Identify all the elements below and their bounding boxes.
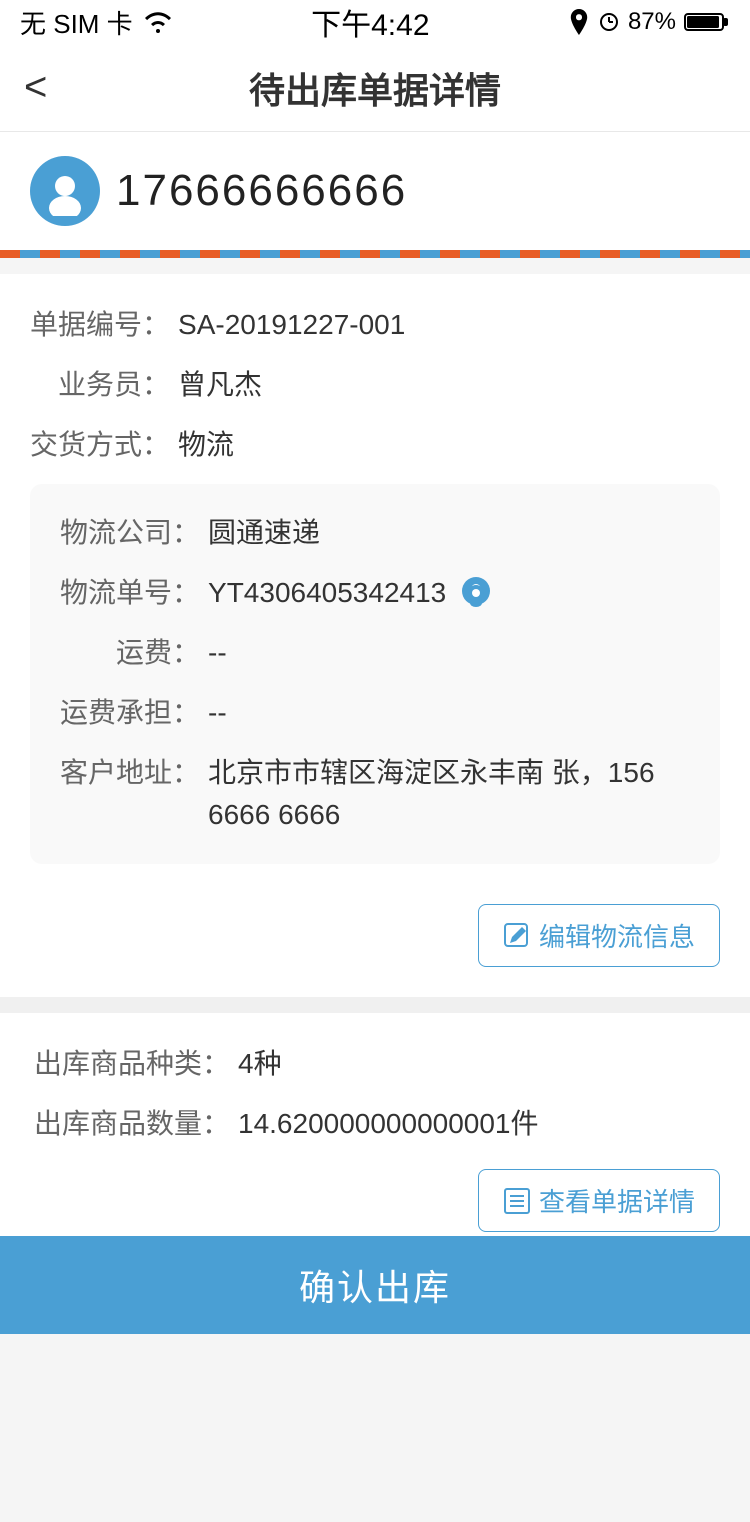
section-divider-1	[0, 997, 750, 1013]
bottom-bar: 确认出库	[0, 1236, 750, 1334]
goods-quantity-row: 出库商品数量： 14.620000000000001件	[30, 1103, 720, 1145]
order-no-row: 单据编号： SA-20191227-001	[30, 304, 720, 346]
goods-quantity-value: 14.620000000000001件	[230, 1103, 720, 1145]
edit-btn-row: 编辑物流信息	[30, 888, 720, 967]
dashed-divider	[0, 250, 750, 258]
salesman-row: 业务员： 曾凡杰	[30, 364, 720, 406]
edit-logistics-label: 编辑物流信息	[539, 917, 695, 954]
location-status-icon	[568, 9, 590, 35]
nav-title: 待出库单据详情	[249, 62, 501, 114]
page: 无 SIM 卡 下午4:42 87%	[0, 0, 750, 1522]
nav-bar: < 待出库单据详情	[0, 44, 750, 132]
alarm-status-icon	[598, 9, 620, 35]
logistics-tracking-row: 物流单号： YT4306405342413	[60, 572, 690, 614]
customer-phone: 17666666666	[116, 166, 407, 216]
logistics-address-value: 北京市市辖区海淀区永丰南 张，156 6666 6666	[200, 752, 690, 836]
logistics-company-label: 物流公司：	[60, 512, 200, 554]
logistics-tracking-label: 物流单号：	[60, 572, 200, 614]
customer-header: 17666666666	[0, 132, 750, 250]
list-icon	[503, 1187, 531, 1215]
logistics-bearer-value: --	[200, 692, 690, 734]
logistics-card: 物流公司： 圆通速递 物流单号： YT4306405342413	[30, 484, 720, 864]
back-button[interactable]: <	[24, 65, 47, 110]
view-detail-btn-row: 查看单据详情	[30, 1169, 720, 1232]
logistics-company-value: 圆通速递	[200, 512, 690, 554]
edit-logistics-button[interactable]: 编辑物流信息	[478, 904, 720, 967]
time-text: 下午4:42	[311, 0, 429, 44]
logistics-tracking-value: YT4306405342413	[200, 572, 690, 614]
delivery-label: 交货方式：	[30, 424, 170, 466]
view-detail-button[interactable]: 查看单据详情	[478, 1169, 720, 1232]
avatar-icon	[40, 166, 90, 216]
logistics-address-label: 客户地址：	[60, 752, 200, 794]
delivery-row: 交货方式： 物流	[30, 424, 720, 466]
confirm-button[interactable]: 确认出库	[0, 1236, 750, 1334]
edit-icon	[503, 922, 531, 950]
logistics-freight-row: 运费： --	[60, 632, 690, 674]
goods-types-row: 出库商品种类： 4种	[30, 1043, 720, 1085]
salesman-label: 业务员：	[30, 364, 170, 406]
battery-text: 87%	[628, 8, 676, 36]
logistics-freight-label: 运费：	[60, 632, 200, 674]
logistics-bearer-label: 运费承担：	[60, 692, 200, 734]
logistics-freight-value: --	[200, 632, 690, 674]
order-no-value: SA-20191227-001	[170, 304, 720, 346]
salesman-value: 曾凡杰	[170, 364, 720, 406]
wifi-icon	[143, 11, 173, 33]
status-left: 无 SIM 卡	[20, 4, 173, 41]
goods-quantity-label: 出库商品数量：	[30, 1103, 230, 1145]
battery-icon	[684, 11, 730, 33]
view-detail-label: 查看单据详情	[539, 1182, 695, 1219]
order-no-label: 单据编号：	[30, 304, 170, 346]
goods-types-label: 出库商品种类：	[30, 1043, 230, 1085]
order-info-section: 单据编号： SA-20191227-001 业务员： 曾凡杰 交货方式： 物流 …	[0, 274, 750, 997]
logistics-bearer-row: 运费承担： --	[60, 692, 690, 734]
goods-section: 出库商品种类： 4种 出库商品数量： 14.620000000000001件 查…	[0, 1013, 750, 1262]
status-bar: 无 SIM 卡 下午4:42 87%	[0, 0, 750, 44]
avatar	[30, 156, 100, 226]
goods-types-value: 4种	[230, 1043, 720, 1085]
logistics-company-row: 物流公司： 圆通速递	[60, 512, 690, 554]
tracking-location-icon[interactable]	[458, 575, 494, 611]
delivery-value: 物流	[170, 424, 720, 466]
logistics-address-row: 客户地址： 北京市市辖区海淀区永丰南 张，156 6666 6666	[60, 752, 690, 836]
status-right: 87%	[568, 8, 730, 36]
carrier-text: 无 SIM 卡	[20, 4, 133, 41]
